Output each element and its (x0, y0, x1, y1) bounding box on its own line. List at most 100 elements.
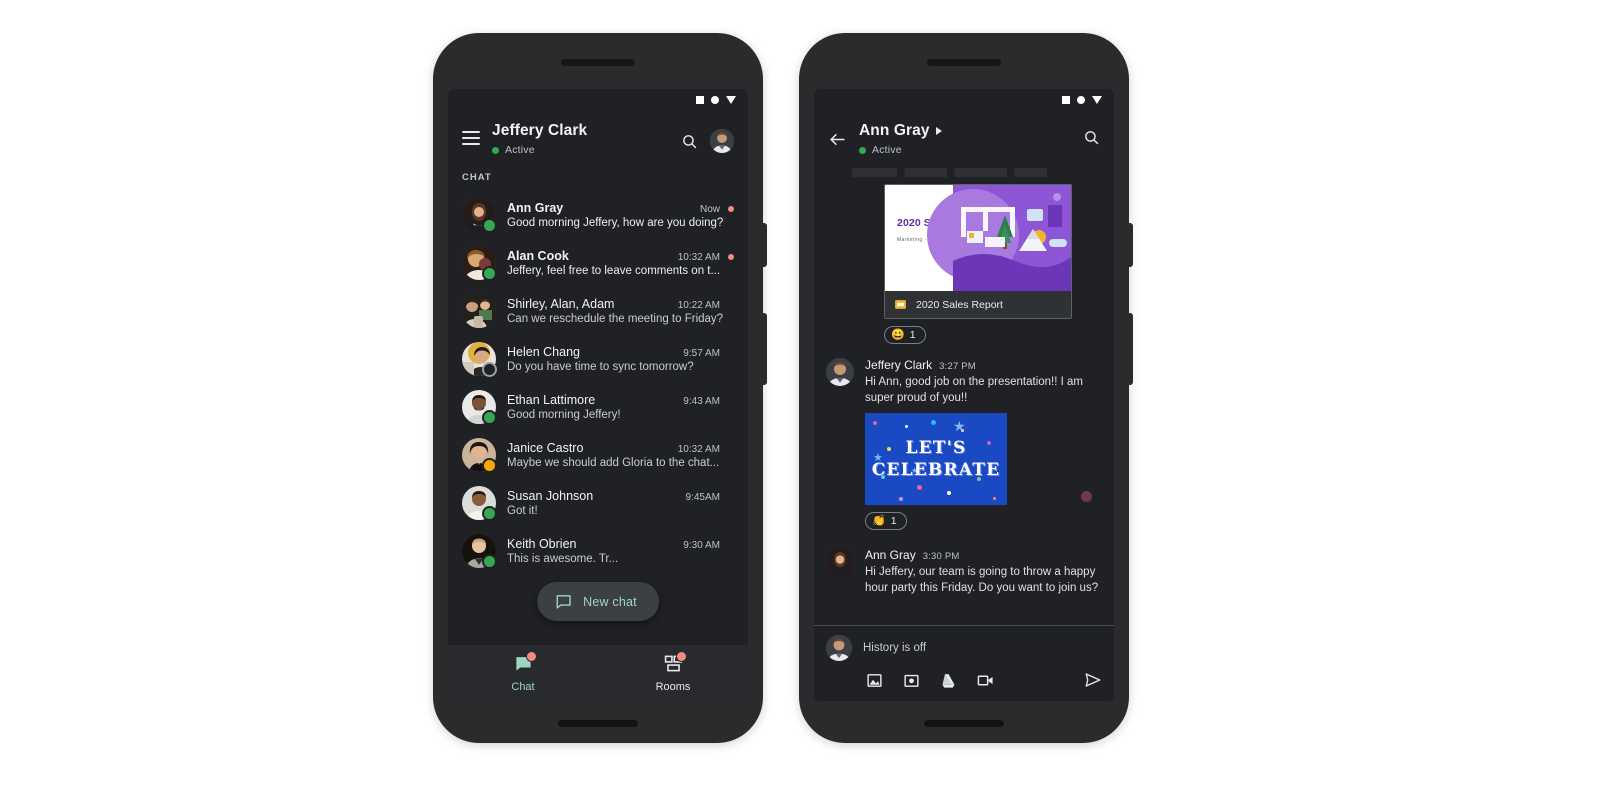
status-bar (814, 89, 1114, 111)
presence-badge (482, 554, 497, 569)
app-bar: Jeffery Clark Active (448, 111, 748, 168)
list-item[interactable]: Helen Chang 9:57 AM Do you have time to … (448, 335, 748, 383)
attachment-card-slides[interactable]: 2020 Sales Report Marketing · Branding (884, 184, 1072, 319)
presence-status: Active (859, 144, 1071, 156)
list-item[interactable]: Ethan Lattimore 9:43 AM Good morning Jef… (448, 383, 748, 431)
square-icon (1062, 96, 1070, 104)
presence-badge (482, 266, 497, 281)
celebrate-text: LET'S CELEBRATE (865, 413, 1007, 505)
message-sender: Jeffery Clark (865, 358, 933, 372)
presence-badge (482, 410, 497, 425)
presence-status: Active (492, 144, 669, 156)
tab-chat-label: Chat (511, 680, 535, 693)
conversation-time: 10:22 AM (677, 300, 720, 311)
back-arrow-icon[interactable] (828, 121, 847, 154)
message-time: 3:30 PM (922, 551, 960, 562)
conversation-name: Keith Obrien (507, 537, 577, 551)
earpiece-speaker (927, 59, 1001, 66)
camera-icon[interactable] (903, 672, 920, 689)
read-receipt-avatar (1081, 491, 1092, 502)
power-button[interactable] (762, 313, 767, 385)
presence-badge (482, 362, 497, 377)
avatar (462, 390, 497, 425)
list-item[interactable]: Ann Gray Now Good morning Jeffery, how a… (448, 191, 748, 239)
attachment-footer: 2020 Sales Report (885, 291, 1071, 318)
presence-badge (482, 218, 497, 233)
conversation-snippet: Do you have time to sync tomorrow? (507, 361, 694, 373)
new-chat-label: New chat (583, 594, 637, 609)
conversation-snippet: Got it! (507, 505, 538, 517)
phone-device-right: Ann Gray Active 2020 Marketing · Brandin… (799, 33, 1133, 743)
conversation-list[interactable]: Ann Gray Now Good morning Jeffery, how a… (448, 191, 748, 645)
new-chat-button[interactable]: New chat (537, 582, 659, 621)
search-icon[interactable] (681, 133, 698, 150)
list-item[interactable]: Susan Johnson 9:45AM Got it! (448, 479, 748, 527)
hamburger-menu-icon[interactable] (462, 121, 480, 145)
list-item[interactable]: Alan Cook 10:32 AM Jeffery, feel free to… (448, 239, 748, 287)
avatar (462, 294, 496, 328)
message-sender: Ann Gray (865, 548, 916, 562)
app-bar-actions (1083, 121, 1100, 146)
page-title: Jeffery Clark (492, 122, 588, 139)
unread-dot-icon (728, 254, 734, 260)
avatar[interactable] (826, 358, 854, 530)
presence-badge (482, 458, 497, 473)
volume-button[interactable] (1128, 223, 1133, 267)
attachment-title: 2020 Sales Report (916, 298, 1003, 311)
conversation-title[interactable]: Ann Gray (859, 121, 1071, 140)
bottom-navigation: Chat Rooms (448, 645, 748, 701)
power-button[interactable] (1128, 313, 1133, 385)
avatar (462, 534, 497, 569)
conversation-time: 10:32 AM (677, 252, 720, 263)
emoji-icon: 😀 (891, 328, 905, 341)
badge-dot-icon (525, 650, 537, 662)
volume-button[interactable] (762, 223, 767, 267)
conversation-title-label: Ann Gray (859, 122, 930, 139)
list-item[interactable]: Keith Obrien 9:30 AM This is awesome. Tr… (448, 527, 748, 575)
list-item[interactable]: Janice Castro 10:32 AM Maybe we should a… (448, 431, 748, 479)
list-item-body: Helen Chang 9:57 AM Do you have time to … (507, 345, 734, 373)
status-bar (448, 89, 748, 111)
home-indicator (558, 720, 638, 727)
screen-chat-list: Jeffery Clark Active CHAT Ann Gray Now G… (448, 89, 748, 701)
square-icon (696, 96, 704, 104)
search-icon[interactable] (1083, 129, 1100, 146)
google-drive-icon[interactable] (940, 672, 957, 689)
tab-chat[interactable]: Chat (448, 650, 598, 693)
list-item-body: Janice Castro 10:32 AM Maybe we should a… (507, 441, 734, 469)
conversation-snippet: Jeffery, feel free to leave comments on … (507, 265, 721, 277)
list-item-body: Alan Cook 10:32 AM Jeffery, feel free to… (507, 249, 734, 277)
list-item[interactable]: Shirley, Alan, Adam 10:22 AM Can we resc… (448, 287, 748, 335)
conversation-name: Janice Castro (507, 441, 584, 455)
image-icon[interactable] (866, 672, 883, 689)
message-thread[interactable]: 2020 Sales Report Marketing · Branding (814, 168, 1114, 625)
avatar[interactable] (710, 129, 734, 153)
reaction-chip[interactable]: 😀 1 (884, 326, 926, 344)
conversation-time: Now (699, 204, 720, 215)
screenshot-stage: Jeffery Clark Active CHAT Ann Gray Now G… (0, 0, 1600, 800)
reaction-chip[interactable]: 👏 1 (865, 512, 907, 530)
conversation-time: 9:30 AM (683, 540, 720, 551)
rooms-grid-icon (664, 650, 687, 678)
conversation-time: 9:57 AM (683, 348, 720, 359)
video-camera-icon[interactable] (977, 672, 994, 689)
message-image-celebrate[interactable]: ★ ★ ★ LET'S CELEBRATE (865, 413, 1007, 505)
avatar (462, 198, 497, 233)
chat-bubble-icon (556, 595, 571, 609)
tab-rooms-label: Rooms (655, 680, 691, 693)
conversation-name: Susan Johnson (507, 489, 594, 503)
list-item-body: Ethan Lattimore 9:43 AM Good morning Jef… (507, 393, 734, 421)
unread-dot-icon (728, 206, 734, 212)
avatar[interactable] (826, 548, 854, 596)
slide-thumbnail: 2020 Sales Report Marketing · Branding (885, 185, 1071, 291)
tab-rooms[interactable]: Rooms (598, 650, 748, 693)
emoji-icon: 👏 (872, 514, 886, 527)
phone-device-left: Jeffery Clark Active CHAT Ann Gray Now G… (433, 33, 767, 743)
reaction-count: 1 (909, 329, 916, 341)
send-icon[interactable] (1084, 671, 1102, 689)
conversation-name: Alan Cook (507, 249, 569, 263)
conversation-time: 9:43 AM (683, 396, 720, 407)
circle-icon (1077, 96, 1085, 104)
conversation-snippet: This is awesome. Tr... (507, 553, 619, 565)
conversation-time: 10:32 AM (677, 444, 720, 455)
